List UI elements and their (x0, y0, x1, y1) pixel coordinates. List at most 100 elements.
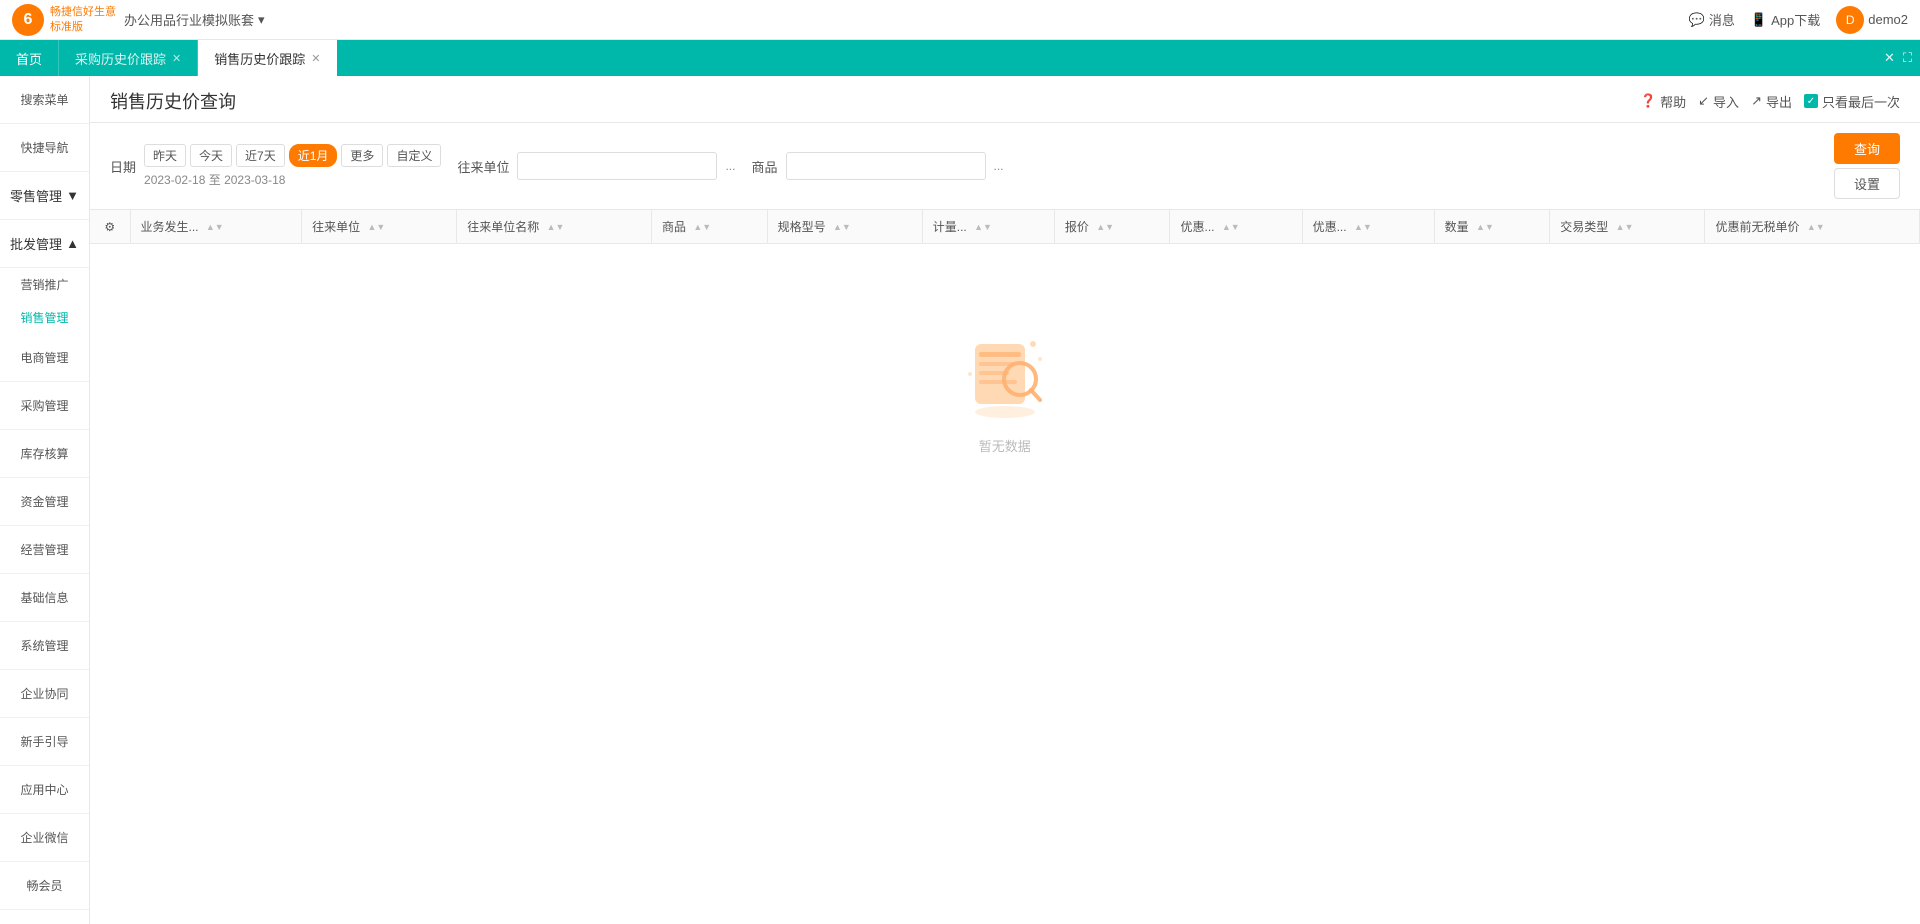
date-btn-7days[interactable]: 近7天 (236, 144, 285, 167)
col-partner-name[interactable]: 往来单位名称 ▲▼ (457, 210, 652, 244)
only-last-checkbox[interactable]: ✓ 只看最后一次 (1804, 92, 1900, 111)
workspace-dropdown-icon: ▾ (258, 12, 265, 28)
sidebar-item-app-center[interactable]: 应用中心 (0, 766, 89, 814)
table-header-row: ⚙ 业务发生... ▲▼ 往来单位 ▲▼ 往来单位名称 ▲▼ (90, 210, 1920, 244)
partner-filter-label: 往来单位 (457, 157, 509, 176)
sort-icon-quote: ▲▼ (1096, 223, 1114, 232)
close-window-icon[interactable]: ✕ (1884, 50, 1895, 66)
app-download-action[interactable]: 📱 App下载 (1751, 10, 1820, 29)
partner-filter-input[interactable] (517, 152, 717, 180)
filter-action-buttons: 查询 设置 (1834, 133, 1900, 199)
goods-filter-input[interactable] (786, 152, 986, 180)
sidebar-item-retail-mgmt[interactable]: 零售管理 ▼ (0, 172, 89, 220)
workspace-selector[interactable]: 办公用品行业模拟账套 ▾ (124, 10, 265, 29)
sidebar-item-enterprise-collab[interactable]: 企业协同 (0, 670, 89, 718)
app-center-label: 应用中心 (20, 781, 68, 798)
sort-icon-discount2: ▲▼ (1354, 223, 1372, 232)
settings-button[interactable]: 设置 (1834, 168, 1900, 199)
col-trade-type-label: 交易类型 (1560, 220, 1608, 234)
wholesale-mgmt-label: 批发管理 (10, 234, 62, 253)
sort-icon-trade-type: ▲▼ (1616, 223, 1634, 232)
table-container: ⚙ 业务发生... ▲▼ 往来单位 ▲▼ 往来单位名称 ▲▼ (90, 210, 1920, 924)
export-label: 导出 (1766, 92, 1792, 111)
sidebar-item-purchase-mgmt[interactable]: 采购管理 (0, 382, 89, 430)
col-discount2[interactable]: 优惠... ▲▼ (1302, 210, 1434, 244)
date-btn-custom[interactable]: 自定义 (387, 144, 441, 167)
date-btn-more[interactable]: 更多 (341, 144, 383, 167)
sidebar-item-inventory[interactable]: 库存核算 (0, 430, 89, 478)
empty-state-image (955, 324, 1055, 424)
sidebar-item-ecommerce[interactable]: 电商管理 (0, 334, 89, 382)
partner-more-btn[interactable]: ... (725, 159, 735, 173)
query-button[interactable]: 查询 (1834, 133, 1900, 164)
help-label: 帮助 (1660, 92, 1686, 111)
help-action[interactable]: ❓ 帮助 (1640, 92, 1686, 111)
tab-sales-history[interactable]: 销售历史价跟踪 ✕ (198, 40, 337, 76)
col-pre-discount-price[interactable]: 优惠前无税单价 ▲▼ (1705, 210, 1920, 244)
col-discount1-label: 优惠... (1180, 220, 1214, 234)
fullscreen-icon[interactable]: ⛶ (1903, 50, 1912, 66)
sidebar-item-search-menu[interactable]: 搜索菜单 (0, 76, 89, 124)
col-partner-name-label: 往来单位名称 (467, 220, 539, 234)
purchase-mgmt-label: 采购管理 (20, 397, 68, 414)
sort-icon-pre-discount-price: ▲▼ (1807, 223, 1825, 232)
col-quote[interactable]: 报价 ▲▼ (1054, 210, 1170, 244)
logo-text: 畅捷信好生意 标准版 (50, 5, 116, 34)
col-discount2-label: 优惠... (1313, 220, 1347, 234)
col-discount1[interactable]: 优惠... ▲▼ (1170, 210, 1302, 244)
import-icon: ↙ (1698, 93, 1709, 109)
tab-home[interactable]: 首页 (0, 40, 59, 76)
goods-more-btn[interactable]: ... (994, 159, 1004, 173)
export-action[interactable]: ↗ 导出 (1751, 92, 1792, 111)
date-filter-group: 日期 昨天 今天 近7天 近1月 更多 自定义 2023-02-18 至 202… (110, 144, 441, 188)
username-label: demo2 (1868, 12, 1908, 27)
sidebar-item-quick-nav[interactable]: 快捷导航 (0, 124, 89, 172)
col-spec[interactable]: 规格型号 ▲▼ (767, 210, 922, 244)
col-biz-date[interactable]: 业务发生... ▲▼ (130, 210, 302, 244)
sidebar-item-operation[interactable]: 经营管理 (0, 526, 89, 574)
app-download-icon: 📱 (1751, 12, 1767, 28)
user-profile-action[interactable]: D demo2 (1836, 6, 1908, 34)
col-qty[interactable]: 数量 ▲▼ (1434, 210, 1550, 244)
col-goods[interactable]: 商品 ▲▼ (651, 210, 767, 244)
date-btn-today[interactable]: 今天 (190, 144, 232, 167)
col-spec-label: 规格型号 (778, 220, 826, 234)
message-action[interactable]: 💬 消息 (1689, 10, 1735, 29)
sidebar-item-marketing[interactable]: 营销推广 (0, 268, 89, 301)
sort-icon-qty: ▲▼ (1476, 223, 1494, 232)
logo-icon: 6 (12, 4, 44, 36)
tab-purchase-history-close[interactable]: ✕ (172, 52, 181, 65)
date-options: 昨天 今天 近7天 近1月 更多 自定义 (144, 144, 441, 167)
col-trade-type[interactable]: 交易类型 ▲▼ (1550, 210, 1705, 244)
sidebar-item-wholesale-mgmt[interactable]: 批发管理 ▲ (0, 220, 89, 268)
tab-bar-right: ✕ ⛶ (1884, 50, 1920, 66)
col-settings[interactable]: ⚙ (90, 210, 130, 244)
sidebar-item-vip-member[interactable]: 畅会员 (0, 862, 89, 910)
top-header: 6 畅捷信好生意 标准版 办公用品行业模拟账套 ▾ 💬 消息 📱 App下载 D… (0, 0, 1920, 40)
sidebar-item-sales-mgmt[interactable]: 销售管理 (0, 301, 89, 334)
date-btn-1month[interactable]: 近1月 (289, 144, 338, 167)
tab-sales-history-close[interactable]: ✕ (311, 52, 320, 65)
sidebar-item-enterprise-wechat[interactable]: 企业微信 (0, 814, 89, 862)
import-action[interactable]: ↙ 导入 (1698, 92, 1739, 111)
empty-row: 暂无数据 (90, 244, 1920, 536)
sidebar-item-finance[interactable]: 资金管理 (0, 478, 89, 526)
tab-purchase-history-label: 采购历史价跟踪 (75, 49, 166, 68)
partner-filter-group: 往来单位 ... (457, 152, 735, 180)
avatar: D (1836, 6, 1864, 34)
logo-char: 6 (24, 11, 33, 29)
ecommerce-label: 电商管理 (20, 349, 68, 366)
sort-icon-spec: ▲▼ (833, 223, 851, 232)
col-unit[interactable]: 计量... ▲▼ (922, 210, 1054, 244)
date-btn-yesterday[interactable]: 昨天 (144, 144, 186, 167)
col-unit-label: 计量... (933, 220, 967, 234)
col-partner[interactable]: 往来单位 ▲▼ (302, 210, 457, 244)
workspace-name: 办公用品行业模拟账套 (124, 10, 254, 29)
tab-purchase-history[interactable]: 采购历史价跟踪 ✕ (59, 40, 198, 76)
sidebar-item-basic-info[interactable]: 基础信息 (0, 574, 89, 622)
col-biz-date-label: 业务发生... (141, 220, 199, 234)
sidebar-item-beginner-guide[interactable]: 新手引导 (0, 718, 89, 766)
data-table: ⚙ 业务发生... ▲▼ 往来单位 ▲▼ 往来单位名称 ▲▼ (90, 210, 1920, 535)
logo-area: 6 畅捷信好生意 标准版 (12, 4, 116, 36)
sidebar-item-system-mgmt[interactable]: 系统管理 (0, 622, 89, 670)
